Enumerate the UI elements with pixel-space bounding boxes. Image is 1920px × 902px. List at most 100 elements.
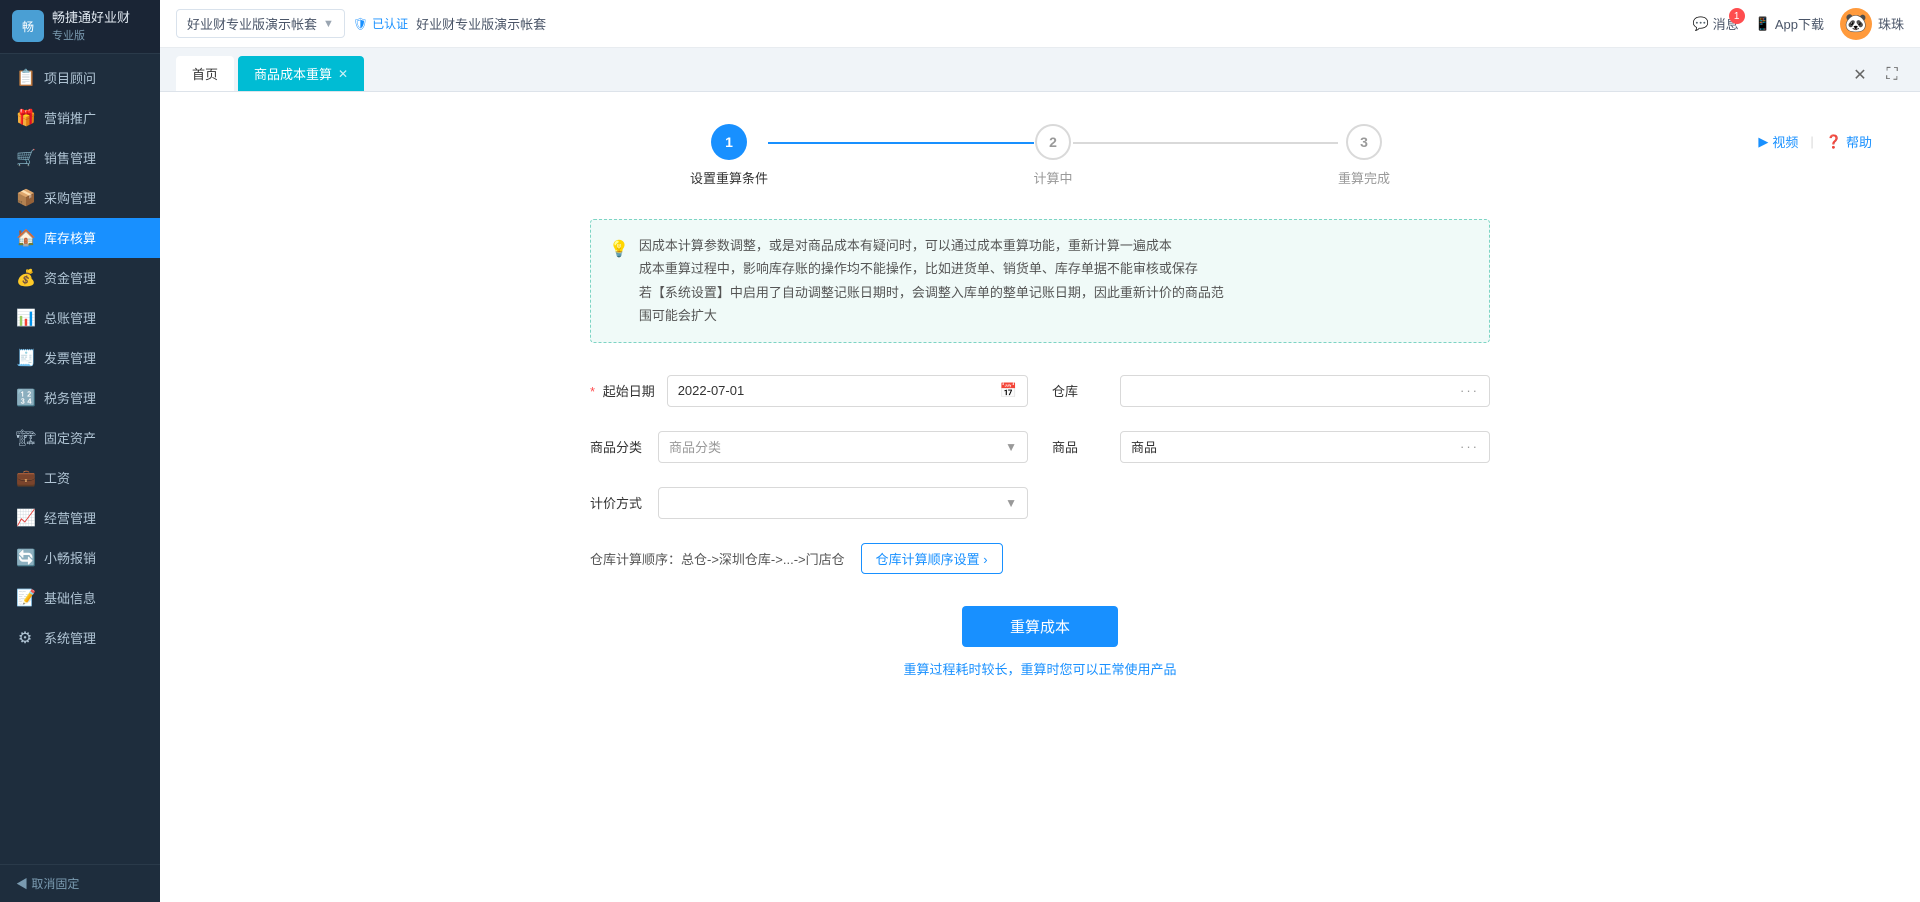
warehouse-dots-icon: ··· — [1460, 383, 1479, 398]
shield-icon: 🛡 — [353, 17, 368, 31]
close-pane-button[interactable]: ✕ — [1848, 63, 1872, 87]
sidebar-unpin-label: ◀ 取消固定 — [16, 875, 79, 892]
page-content: 1 设置重算条件 2 计算中 3 — [160, 92, 1920, 902]
step-connector-2 — [1073, 142, 1338, 144]
calc-order-settings-button[interactable]: 仓库计算顺序设置 › — [861, 543, 1003, 574]
sidebar-item-expense[interactable]: 🔄 小畅报销 — [0, 538, 160, 578]
message-button[interactable]: 💬 消息 1 — [1692, 14, 1738, 33]
basic-icon: 📝 — [16, 588, 34, 608]
invoice-icon: 🧾 — [16, 348, 34, 368]
marketing-icon: 🎁 — [16, 108, 34, 128]
sidebar-unpin[interactable]: ◀ 取消固定 — [0, 864, 160, 902]
product-input[interactable]: 商品 ··· — [1120, 431, 1490, 463]
app-download-label: App下载 — [1775, 14, 1824, 33]
sidebar-label-marketing: 营销推广 — [44, 108, 96, 127]
help-circle-icon: ❓ — [1826, 134, 1842, 150]
sales-icon: 🛒 — [16, 148, 34, 168]
sidebar-item-system[interactable]: ⚙ 系统管理 — [0, 618, 160, 658]
product-dots-icon: ··· — [1460, 439, 1479, 454]
product-label: 商品 — [1052, 437, 1108, 456]
recalc-button[interactable]: 重算成本 — [962, 606, 1118, 647]
pricing-select[interactable]: ▼ — [658, 487, 1028, 519]
sidebar-item-invoice[interactable]: 🧾 发票管理 — [0, 338, 160, 378]
sidebar-item-finance[interactable]: 💰 资金管理 — [0, 258, 160, 298]
calc-order-value: 总仓->深圳仓库->...->门店仓 — [681, 549, 845, 568]
sidebar-item-salary[interactable]: 💼 工资 — [0, 458, 160, 498]
app-subtitle: 专业版 — [52, 27, 130, 43]
info-line-4: 围可能会扩大 — [639, 304, 1224, 327]
sidebar-label-inventory: 库存核算 — [44, 228, 96, 247]
product-placeholder: 商品 — [1131, 437, 1157, 456]
start-date-label: * 起始日期 — [590, 381, 655, 400]
play-icon: ▶ — [1758, 134, 1768, 150]
info-line-2: 成本重算过程中，影响库存账的操作均不能操作，比如进货单、销货单、库存单据不能审核… — [639, 257, 1224, 280]
form-section: * 起始日期 2022-07-01 📅 仓库 ··· — [590, 375, 1490, 678]
sidebar-item-inventory[interactable]: 🏠 库存核算 — [0, 218, 160, 258]
app-download-button[interactable]: 📱 App下载 — [1755, 14, 1824, 33]
verified-text: 已认证 — [372, 15, 408, 32]
help-links: ▶ 视频 | ❓ 帮助 — [1758, 132, 1872, 151]
step-1: 1 设置重算条件 — [690, 124, 768, 187]
category-chevron-icon: ▼ — [1005, 440, 1017, 454]
sidebar-item-tax[interactable]: 🔢 税务管理 — [0, 378, 160, 418]
sidebar-label-purchase: 采购管理 — [44, 188, 96, 207]
tax-icon: 🔢 — [16, 388, 34, 408]
user-name: 珠珠 — [1878, 14, 1904, 33]
sidebar-label-invoice: 发票管理 — [44, 348, 96, 367]
sidebar-item-basic[interactable]: 📝 基础信息 — [0, 578, 160, 618]
purchase-icon: 📦 — [16, 188, 34, 208]
sidebar-label-tax: 税务管理 — [44, 388, 96, 407]
message-badge: 1 — [1729, 8, 1745, 24]
tab-home[interactable]: 首页 — [176, 56, 234, 91]
warehouse-label: 仓库 — [1052, 381, 1108, 400]
recalc-button-label: 重算成本 — [1010, 619, 1070, 636]
category-label: 商品分类 — [590, 437, 646, 456]
app-title: 畅捷通好业财 — [52, 10, 130, 27]
form-row-1: * 起始日期 2022-07-01 📅 仓库 ··· — [590, 375, 1490, 407]
step-3-number: 3 — [1360, 134, 1368, 150]
step-2-label: 计算中 — [1034, 168, 1073, 187]
sidebar-item-marketing[interactable]: 🎁 营销推广 — [0, 98, 160, 138]
project-icon: 📋 — [16, 68, 34, 88]
tab-close-icon[interactable]: ✕ — [338, 67, 348, 81]
sidebar-label-operation: 经营管理 — [44, 508, 96, 527]
step-1-circle: 1 — [711, 124, 747, 160]
sidebar-logo: 畅 畅捷通好业财 专业版 — [0, 0, 160, 54]
assets-icon: 🏗 — [16, 428, 34, 448]
tabbar-actions: ✕ ⛶ — [1848, 63, 1904, 91]
form-group-warehouse: 仓库 ··· — [1052, 375, 1490, 407]
sidebar: 畅 畅捷通好业财 专业版 📋 项目顾问 🎁 营销推广 🛒 销售管理 📦 采购管理… — [0, 0, 160, 902]
sidebar-label-project: 项目顾问 — [44, 68, 96, 87]
form-group-category: 商品分类 商品分类 ▼ — [590, 431, 1028, 463]
steps-row: 1 设置重算条件 2 计算中 3 — [690, 124, 1390, 187]
ledger-icon: 📊 — [16, 308, 34, 328]
account-name-display: 好业财专业版演示帐套 — [416, 14, 546, 33]
sidebar-item-operation[interactable]: 📈 经营管理 — [0, 498, 160, 538]
account-selector[interactable]: 好业财专业版演示帐套 ▼ — [176, 9, 345, 38]
start-date-input[interactable]: 2022-07-01 📅 — [667, 375, 1028, 407]
step-1-number: 1 — [725, 134, 733, 150]
help-label: 帮助 — [1846, 132, 1872, 151]
sidebar-item-ledger[interactable]: 📊 总账管理 — [0, 298, 160, 338]
video-help-link[interactable]: ▶ 视频 — [1758, 132, 1798, 151]
topbar-left: 好业财专业版演示帐套 ▼ 🛡 已认证 好业财专业版演示帐套 — [176, 9, 546, 38]
finance-icon: 💰 — [16, 268, 34, 288]
sidebar-item-assets[interactable]: 🏗 固定资产 — [0, 418, 160, 458]
sidebar-item-sales[interactable]: 🛒 销售管理 — [0, 138, 160, 178]
tab-cost-recalc-label: 商品成本重算 — [254, 64, 332, 83]
topbar: 好业财专业版演示帐套 ▼ 🛡 已认证 好业财专业版演示帐套 💬 消息 1 📱 A… — [160, 0, 1920, 48]
sidebar-item-project[interactable]: 📋 项目顾问 — [0, 58, 160, 98]
step-container: 1 设置重算条件 2 计算中 3 — [208, 124, 1872, 187]
sidebar-item-purchase[interactable]: 📦 采购管理 — [0, 178, 160, 218]
step-2-number: 2 — [1049, 134, 1057, 150]
tab-cost-recalc[interactable]: 商品成本重算 ✕ — [238, 56, 364, 91]
category-select[interactable]: 商品分类 ▼ — [658, 431, 1028, 463]
form-row-2: 商品分类 商品分类 ▼ 商品 商品 ··· — [590, 431, 1490, 463]
calc-order-label: 仓库计算顺序： — [590, 549, 681, 568]
help-link[interactable]: ❓ 帮助 — [1826, 132, 1872, 151]
step-3: 3 重算完成 — [1338, 124, 1390, 187]
warehouse-input[interactable]: ··· — [1120, 375, 1490, 407]
user-profile[interactable]: 🐼 珠珠 — [1840, 8, 1904, 40]
message-icon: 💬 — [1692, 16, 1708, 32]
expand-pane-button[interactable]: ⛶ — [1880, 63, 1904, 87]
